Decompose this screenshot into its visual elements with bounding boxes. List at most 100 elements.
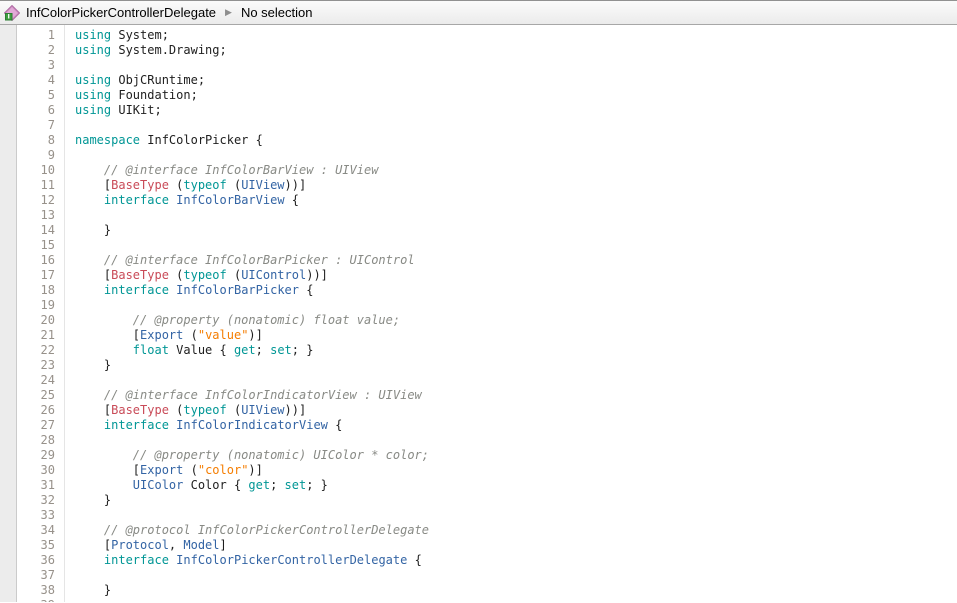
line-number: 12 [0, 193, 55, 208]
code-line[interactable]: 18 interface InfColorBarPicker { [0, 283, 957, 298]
code-line[interactable]: 2using System.Drawing; [0, 43, 957, 58]
code-text: } [55, 358, 111, 373]
code-line[interactable]: 23 } [0, 358, 957, 373]
code-text: using ObjCRuntime; [55, 73, 205, 88]
code-line[interactable]: 35 [Protocol, Model] [0, 538, 957, 553]
line-number: 2 [0, 43, 55, 58]
code-line[interactable]: 20 // @property (nonatomic) float value; [0, 313, 957, 328]
code-line[interactable]: 5using Foundation; [0, 88, 957, 103]
line-number: 21 [0, 328, 55, 343]
code-line[interactable]: 8namespace InfColorPicker { [0, 133, 957, 148]
code-line[interactable]: 37 [0, 568, 957, 583]
code-line[interactable]: 15 [0, 238, 957, 253]
breadcrumb-member-crumb[interactable]: No selection [241, 5, 313, 20]
line-number: 35 [0, 538, 55, 553]
line-number: 33 [0, 508, 55, 523]
code-line[interactable]: 26 [BaseType (typeof (UIView))] [0, 403, 957, 418]
interface-icon: I [4, 5, 20, 21]
code-text [55, 508, 75, 523]
line-number: 31 [0, 478, 55, 493]
code-line[interactable]: 4using ObjCRuntime; [0, 73, 957, 88]
line-number: 7 [0, 118, 55, 133]
code-line[interactable]: 1using System; [0, 28, 957, 43]
code-line[interactable]: 11 [BaseType (typeof (UIView))] [0, 178, 957, 193]
code-text: UIColor Color { get; set; } [55, 478, 328, 493]
code-line[interactable]: 10 // @interface InfColorBarView : UIVie… [0, 163, 957, 178]
code-text: } [55, 223, 111, 238]
code-line[interactable]: 39 [0, 598, 957, 602]
line-number: 26 [0, 403, 55, 418]
code-line[interactable]: 36 interface InfColorPickerControllerDel… [0, 553, 957, 568]
line-number: 5 [0, 88, 55, 103]
code-text: // @interface InfColorIndicatorView : UI… [55, 388, 422, 403]
code-line[interactable]: 30 [Export ("color")] [0, 463, 957, 478]
code-line[interactable]: 31 UIColor Color { get; set; } [0, 478, 957, 493]
line-number: 16 [0, 253, 55, 268]
breadcrumb-type-crumb[interactable]: I InfColorPickerControllerDelegate [4, 5, 216, 21]
svg-text:I: I [7, 12, 9, 20]
code-line[interactable]: 22 float Value { get; set; } [0, 343, 957, 358]
line-number: 1 [0, 28, 55, 43]
code-line[interactable]: 6using UIKit; [0, 103, 957, 118]
code-text: interface InfColorBarView { [55, 193, 299, 208]
code-text: using UIKit; [55, 103, 162, 118]
code-text: float Value { get; set; } [55, 343, 313, 358]
line-number: 36 [0, 553, 55, 568]
code-text [55, 118, 75, 133]
code-text: // @property (nonatomic) float value; [55, 313, 400, 328]
code-line[interactable]: 3 [0, 58, 957, 73]
code-line[interactable]: 25 // @interface InfColorIndicatorView :… [0, 388, 957, 403]
code-text: // @property (nonatomic) UIColor * color… [55, 448, 429, 463]
line-number: 17 [0, 268, 55, 283]
code-text: // @interface InfColorBarView : UIView [55, 163, 378, 178]
code-text [55, 208, 75, 223]
code-line[interactable]: 9 [0, 148, 957, 163]
code-text [55, 148, 75, 163]
chevron-right-icon: ▶ [223, 8, 234, 17]
code-text [55, 298, 75, 313]
code-text: [Export ("value")] [55, 328, 263, 343]
code-text [55, 373, 75, 388]
line-number: 20 [0, 313, 55, 328]
code-line[interactable]: 13 [0, 208, 957, 223]
code-line[interactable]: 38 } [0, 583, 957, 598]
code-text: using System.Drawing; [55, 43, 227, 58]
code-text: [Protocol, Model] [55, 538, 227, 553]
code-line[interactable]: 29 // @property (nonatomic) UIColor * co… [0, 448, 957, 463]
code-text [55, 598, 75, 602]
code-line[interactable]: 34 // @protocol InfColorPickerController… [0, 523, 957, 538]
line-number: 6 [0, 103, 55, 118]
code-line[interactable]: 17 [BaseType (typeof (UIControl))] [0, 268, 957, 283]
line-number: 4 [0, 73, 55, 88]
code-line[interactable]: 27 interface InfColorIndicatorView { [0, 418, 957, 433]
code-text: interface InfColorPickerControllerDelega… [55, 553, 422, 568]
code-line[interactable]: 14 } [0, 223, 957, 238]
code-lines: 1using System;2using System.Drawing;34us… [0, 28, 957, 602]
line-number: 25 [0, 388, 55, 403]
code-line[interactable]: 32 } [0, 493, 957, 508]
line-number: 22 [0, 343, 55, 358]
code-text [55, 568, 75, 583]
code-text: [Export ("color")] [55, 463, 263, 478]
code-line[interactable]: 21 [Export ("value")] [0, 328, 957, 343]
code-line[interactable]: 19 [0, 298, 957, 313]
code-line[interactable]: 16 // @interface InfColorBarPicker : UIC… [0, 253, 957, 268]
code-text [55, 238, 75, 253]
code-editor[interactable]: 1using System;2using System.Drawing;34us… [0, 25, 957, 602]
line-number: 28 [0, 433, 55, 448]
code-line[interactable]: 12 interface InfColorBarView { [0, 193, 957, 208]
code-line[interactable]: 28 [0, 433, 957, 448]
code-line[interactable]: 24 [0, 373, 957, 388]
code-line[interactable]: 7 [0, 118, 957, 133]
code-line[interactable]: 33 [0, 508, 957, 523]
code-text: } [55, 493, 111, 508]
code-text: // @interface InfColorBarPicker : UICont… [55, 253, 415, 268]
line-number: 24 [0, 373, 55, 388]
line-number: 10 [0, 163, 55, 178]
breadcrumb-type-label: InfColorPickerControllerDelegate [26, 5, 216, 20]
code-text: using Foundation; [55, 88, 198, 103]
code-text [55, 58, 75, 73]
line-number: 13 [0, 208, 55, 223]
line-number: 9 [0, 148, 55, 163]
line-number: 29 [0, 448, 55, 463]
